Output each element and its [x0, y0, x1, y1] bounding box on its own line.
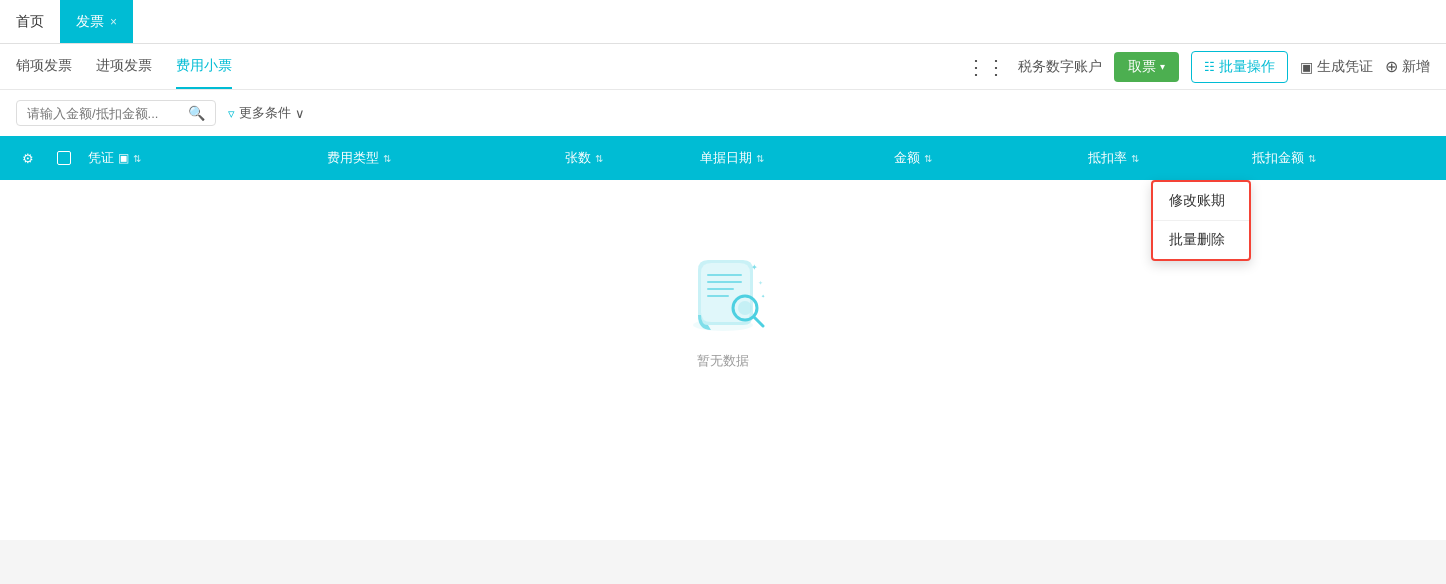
th-amount[interactable]: 金额 ⇅ [886, 149, 1080, 167]
batch-icon: ☷ [1204, 60, 1215, 74]
qr-button[interactable]: ⋮⋮ [966, 55, 1006, 79]
voucher-header-icon: ▣ [118, 151, 129, 165]
svg-text:✦: ✦ [758, 280, 763, 286]
select-all-checkbox[interactable] [57, 151, 71, 165]
voucher-label: 生成凭证 [1317, 58, 1373, 76]
amount-sort-icon: ⇅ [924, 153, 932, 164]
svg-text:✦: ✦ [751, 263, 758, 272]
home-label: 首页 [16, 13, 44, 31]
batch-delete-label: 批量删除 [1169, 231, 1225, 247]
filter-bar: 🔍 ▿ 更多条件 ∨ [0, 90, 1446, 136]
deduct-sort-icon: ⇅ [1308, 153, 1316, 164]
svg-text:✦: ✦ [761, 293, 765, 299]
tab-expense-receipt[interactable]: 费用小票 [176, 44, 232, 89]
search-box[interactable]: 🔍 [16, 100, 216, 126]
main-content: 🔍 ▿ 更多条件 ∨ ⚙ 凭证 ▣ ⇅ 费用类型 ⇅ 张数 ⇅ 单据日期 [0, 90, 1446, 540]
tab-close-icon[interactable]: × [110, 15, 117, 29]
batch-operation-button[interactable]: ☷ 批量操作 [1191, 51, 1288, 83]
expense-type-header-label: 费用类型 [327, 149, 379, 167]
amount-header-label: 金额 [894, 149, 920, 167]
more-filter-button[interactable]: ▿ 更多条件 ∨ [228, 104, 305, 122]
th-rate[interactable]: 抵扣率 ⇅ [1080, 149, 1244, 167]
generate-voucher-button[interactable]: ▣ 生成凭证 [1300, 58, 1373, 76]
add-label: 新增 [1402, 58, 1430, 76]
sub-nav-right: ⋮⋮ 税务数字账户 取票 ▾ ☷ 批量操作 ▣ 生成凭证 ⊕ 新增 [966, 51, 1430, 83]
th-voucher[interactable]: 凭证 ▣ ⇅ [80, 149, 319, 167]
home-nav-item[interactable]: 首页 [0, 0, 60, 43]
deduct-header-label: 抵扣金额 [1252, 149, 1304, 167]
th-checkbox[interactable] [48, 151, 80, 165]
top-nav: 首页 发票 × [0, 0, 1446, 44]
date-header-label: 单据日期 [700, 149, 752, 167]
svg-line-3 [754, 317, 763, 326]
modify-period-label: 修改账期 [1169, 192, 1225, 208]
tax-account-label: 税务数字账户 [1018, 58, 1102, 74]
rate-header-label: 抵扣率 [1088, 149, 1127, 167]
empty-state-icon: ✦ ✦ ✦ [673, 240, 773, 340]
add-button[interactable]: ⊕ 新增 [1385, 57, 1430, 76]
th-date[interactable]: 单据日期 ⇅ [692, 149, 886, 167]
take-invoice-label: 取票 [1128, 58, 1156, 76]
table-header: ⚙ 凭证 ▣ ⇅ 费用类型 ⇅ 张数 ⇅ 单据日期 ⇅ 金额 ⇅ 抵扣率 ⇅ [0, 136, 1446, 180]
more-filter-label: 更多条件 [239, 104, 291, 122]
empty-text: 暂无数据 [697, 352, 749, 370]
rate-sort-icon: ⇅ [1131, 153, 1139, 164]
expense-type-sort-icon: ⇅ [383, 153, 391, 164]
count-header-label: 张数 [565, 149, 591, 167]
more-filter-chevron-icon: ∨ [295, 106, 305, 121]
search-input[interactable] [27, 106, 182, 121]
date-sort-icon: ⇅ [756, 153, 764, 164]
sub-nav-left: 销项发票 进项发票 费用小票 [16, 44, 232, 89]
qr-icon: ⋮⋮ [966, 56, 1006, 78]
batch-operation-dropdown: 修改账期 批量删除 [1151, 180, 1251, 261]
tax-account-button[interactable]: 税务数字账户 [1018, 58, 1102, 76]
th-expense-type[interactable]: 费用类型 ⇅ [319, 149, 558, 167]
count-sort-icon: ⇅ [595, 153, 603, 164]
search-icon[interactable]: 🔍 [188, 105, 205, 121]
settings-icon: ⚙ [22, 151, 34, 166]
filter-icon: ▿ [228, 106, 235, 121]
voucher-sort-icon: ⇅ [133, 153, 141, 164]
modify-period-item[interactable]: 修改账期 [1153, 182, 1249, 221]
voucher-icon: ▣ [1300, 59, 1313, 75]
svg-point-2 [738, 301, 752, 315]
th-settings[interactable]: ⚙ [8, 151, 48, 166]
take-invoice-button[interactable]: 取票 ▾ [1114, 52, 1179, 82]
add-icon: ⊕ [1385, 57, 1398, 76]
tab-sales-invoice[interactable]: 销项发票 [16, 44, 72, 89]
voucher-header-label: 凭证 [88, 149, 114, 167]
sub-nav: 销项发票 进项发票 费用小票 ⋮⋮ 税务数字账户 取票 ▾ ☷ 批量操作 ▣ 生… [0, 44, 1446, 90]
tab-label: 发票 [76, 13, 104, 31]
th-deduct[interactable]: 抵扣金额 ⇅ [1244, 149, 1438, 167]
tab-purchase-invoice[interactable]: 进项发票 [96, 44, 152, 89]
batch-delete-item[interactable]: 批量删除 [1153, 221, 1249, 259]
th-count[interactable]: 张数 ⇅ [557, 149, 692, 167]
invoice-tab[interactable]: 发票 × [60, 0, 133, 43]
take-chevron-icon: ▾ [1160, 61, 1165, 72]
batch-label: 批量操作 [1219, 58, 1275, 76]
